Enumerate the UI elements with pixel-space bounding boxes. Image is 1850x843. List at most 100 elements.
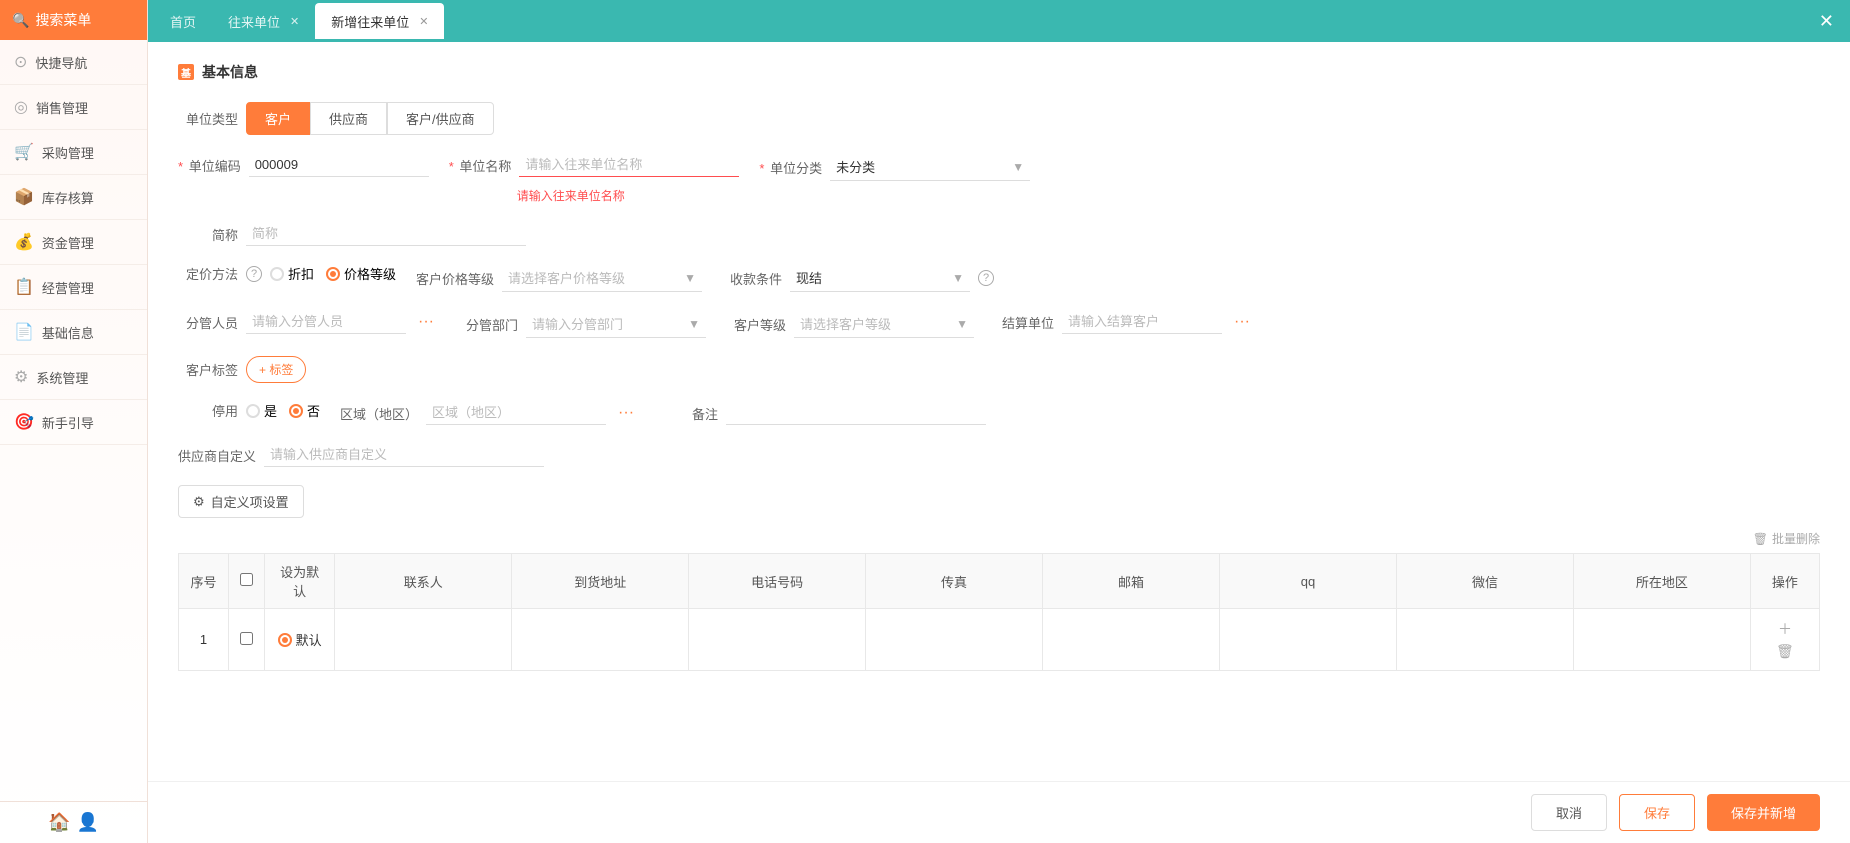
sidebar-label-operations: 经营管理 xyxy=(42,278,94,297)
disable-row: 停用 是 否 区域（地区） ··· 备注 xyxy=(178,401,1820,425)
pricing-help-icon[interactable]: ? xyxy=(246,266,262,282)
tab-unit-list-close[interactable]: ✕ xyxy=(290,15,299,28)
unit-code-input[interactable] xyxy=(249,153,429,177)
customer-price-level-select[interactable]: 请选择客户价格等级 ▼ xyxy=(502,264,702,292)
sidebar-item-finance[interactable]: 💰 资金管理 xyxy=(0,220,147,265)
supplier-custom-group: 供应商自定义 xyxy=(178,443,544,467)
payment-arrow: ▼ xyxy=(952,271,964,285)
pricing-discount[interactable]: 折扣 xyxy=(270,264,314,283)
search-menu[interactable]: 🔍 搜索菜单 xyxy=(0,0,147,40)
tab-unit-list[interactable]: 往来单位 ✕ xyxy=(212,3,315,39)
qq-input[interactable] xyxy=(1230,632,1386,647)
row-region-input[interactable] xyxy=(1584,632,1740,647)
row-delete-btn[interactable]: 🗑 xyxy=(1772,641,1798,662)
th-email: 邮箱 xyxy=(1043,554,1220,609)
tab-home[interactable]: 首页 xyxy=(154,3,212,39)
disable-yes[interactable]: 是 xyxy=(246,401,277,420)
window-close-icon[interactable]: ✕ xyxy=(1809,11,1844,32)
disable-radio-group: 是 否 xyxy=(246,401,320,420)
unit-type-both[interactable]: 客户/供应商 xyxy=(387,102,494,135)
pricing-discount-label: 折扣 xyxy=(288,264,314,283)
sidebar-item-system[interactable]: ⚙ 系统管理 xyxy=(0,355,147,400)
newbie-icon: 🎯 xyxy=(14,412,34,432)
batch-delete-row[interactable]: 🗑 批量删除 xyxy=(178,530,1820,547)
payment-terms-label: 收款条件 xyxy=(722,269,782,288)
td-contact xyxy=(335,609,512,671)
custom-settings-label: 自定义项设置 xyxy=(211,492,289,511)
row-default-label: 默认 xyxy=(296,630,322,649)
save-button[interactable]: 保存 xyxy=(1619,794,1695,831)
short-name-group: 简称 xyxy=(178,222,526,246)
pricing-level[interactable]: 价格等级 xyxy=(326,264,396,283)
sidebar-item-sales[interactable]: ◎ 销售管理 xyxy=(0,85,147,130)
sidebar-label-newbie: 新手引导 xyxy=(42,413,94,432)
payment-terms-select[interactable]: 现结 ▼ xyxy=(790,264,970,292)
sidebar-item-quick-nav[interactable]: ⊙ 快捷导航 xyxy=(0,40,147,85)
email-input[interactable] xyxy=(1053,632,1209,647)
supervisor-more[interactable]: ··· xyxy=(414,313,438,331)
supervisor-group: 分管人员 ··· xyxy=(178,310,438,334)
sidebar-item-operations[interactable]: 📋 经营管理 xyxy=(0,265,147,310)
sidebar-item-purchase[interactable]: 🛒 采购管理 xyxy=(0,130,147,175)
tab-new-unit-label: 新增往来单位 xyxy=(331,12,409,31)
unit-code-label: * 单位编码 xyxy=(178,156,241,175)
cancel-button[interactable]: 取消 xyxy=(1531,794,1607,831)
pricing-method-label: 定价方法 xyxy=(178,264,238,283)
region-input[interactable] xyxy=(426,401,606,425)
price-level-arrow: ▼ xyxy=(684,271,696,285)
customer-level-select[interactable]: 请选择客户等级 ▼ xyxy=(794,310,974,338)
region-group: 区域（地区） ··· xyxy=(340,401,638,425)
th-fax: 传真 xyxy=(866,554,1043,609)
unit-type-row: 单位类型 客户 供应商 客户/供应商 xyxy=(178,102,1820,135)
supplier-custom-input[interactable] xyxy=(264,443,544,467)
department-arrow: ▼ xyxy=(688,317,700,331)
sales-icon: ◎ xyxy=(14,97,28,117)
home-bottom-icon[interactable]: 🏠 xyxy=(48,812,70,833)
settlement-more[interactable]: ··· xyxy=(1230,313,1254,331)
unit-type-customer[interactable]: 客户 xyxy=(246,102,310,135)
contact-input[interactable] xyxy=(345,632,501,647)
row-checkbox[interactable] xyxy=(240,632,253,645)
settlement-unit-input[interactable] xyxy=(1062,310,1222,334)
select-all-checkbox[interactable] xyxy=(240,573,253,586)
customer-level-label: 客户等级 xyxy=(726,315,786,334)
supervisor-row: 分管人员 ··· 分管部门 请输入分管部门 ▼ 客户等级 请选择客户等级 ▼ 结… xyxy=(178,310,1820,338)
region-more[interactable]: ··· xyxy=(614,404,638,422)
notes-group: 备注 xyxy=(658,401,986,425)
unit-type-supplier[interactable]: 供应商 xyxy=(310,102,387,135)
sidebar-item-basic[interactable]: 📄 基础信息 xyxy=(0,310,147,355)
phone-input[interactable] xyxy=(699,632,855,647)
short-name-input[interactable] xyxy=(246,222,526,246)
tab-new-unit[interactable]: 新增往来单位 ✕ xyxy=(315,3,444,39)
unit-category-select[interactable]: 未分类 ▼ xyxy=(830,153,1030,181)
sidebar-item-inventory[interactable]: 📦 库存核算 xyxy=(0,175,147,220)
row-default-radio[interactable]: 默认 xyxy=(275,630,324,649)
form-content: 基 基本信息 单位类型 客户 供应商 客户/供应商 * 单位编码 xyxy=(148,42,1850,781)
add-tag-button[interactable]: + 标签 xyxy=(246,356,306,383)
disable-yes-label: 是 xyxy=(264,401,277,420)
unit-type-buttons: 客户 供应商 客户/供应商 xyxy=(246,102,494,135)
disable-yes-circle xyxy=(246,404,260,418)
payment-help-icon[interactable]: ? xyxy=(978,270,994,286)
custom-settings-button[interactable]: ⚙ 自定义项设置 xyxy=(178,485,304,518)
sidebar-item-newbie[interactable]: 🎯 新手引导 xyxy=(0,400,147,445)
short-name-row: 简称 xyxy=(178,222,1820,246)
td-wechat xyxy=(1397,609,1574,671)
save-new-button[interactable]: 保存并新增 xyxy=(1707,794,1820,831)
th-action: 操作 xyxy=(1750,554,1819,609)
wechat-input[interactable] xyxy=(1407,632,1563,647)
address-input[interactable] xyxy=(522,632,678,647)
department-select[interactable]: 请输入分管部门 ▼ xyxy=(526,310,706,338)
disable-no[interactable]: 否 xyxy=(289,401,320,420)
tab-new-unit-close[interactable]: ✕ xyxy=(419,15,428,28)
unit-name-error: 请输入往来单位名称 xyxy=(517,187,625,204)
disable-label: 停用 xyxy=(178,401,238,420)
row-add-btn[interactable]: ＋ xyxy=(1774,617,1796,641)
footer-bar: 取消 保存 保存并新增 xyxy=(148,781,1850,843)
user-bottom-icon[interactable]: 👤 xyxy=(77,812,99,833)
unit-name-input[interactable] xyxy=(519,153,739,177)
gear-icon: ⚙ xyxy=(193,494,205,510)
notes-input[interactable] xyxy=(726,401,986,425)
fax-input[interactable] xyxy=(876,632,1032,647)
supervisor-input[interactable] xyxy=(246,310,406,334)
